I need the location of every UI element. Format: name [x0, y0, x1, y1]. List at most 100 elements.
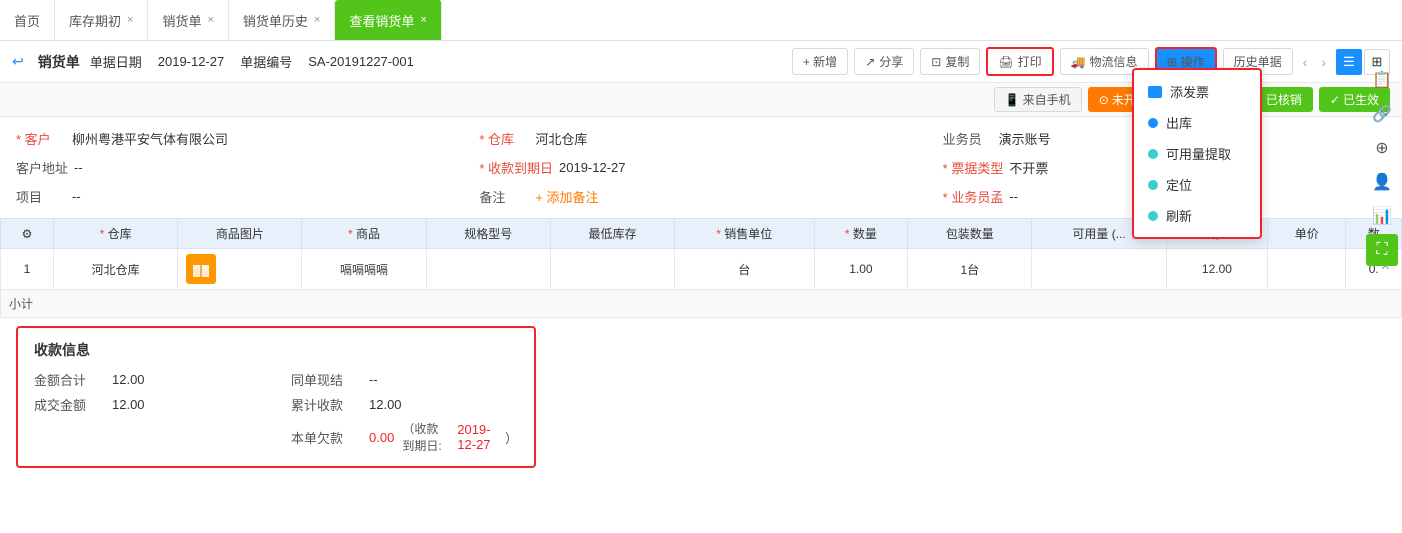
dropdown-outbound[interactable]: 出库: [1134, 107, 1260, 138]
nav-prev-arrow[interactable]: ‹: [1299, 54, 1312, 70]
tab-history-label: 销货单历史: [243, 11, 308, 30]
row-price: [1268, 249, 1346, 290]
refresh-icon: [1148, 211, 1158, 221]
col-spec: 规格型号: [426, 219, 550, 249]
right-icon-chart[interactable]: 📊: [1366, 200, 1398, 232]
tab-sales-label: 销货单: [162, 11, 201, 30]
row-spec: [426, 249, 550, 290]
tab-view-sales[interactable]: 查看销货单 ×: [335, 0, 441, 40]
col-quantity: * 数量: [814, 219, 908, 249]
address-row: 客户地址 --: [16, 158, 459, 177]
nav-next-arrow[interactable]: ›: [1317, 54, 1330, 70]
outbound-icon: [1148, 118, 1158, 128]
due-close: ）: [505, 428, 518, 447]
due-date-label: 收款到期日: [479, 158, 553, 177]
payment-box: 收款信息 金额合计 12.00 同单现结 -- 成交金额 12.00 累计收款 …: [16, 326, 536, 468]
cumulative-row: 累计收款 12.00: [291, 395, 518, 414]
subtotal-row: 小计: [1, 290, 1402, 318]
row-warehouse: 河北仓库: [54, 249, 178, 290]
deal-amount-label: 成交金额: [34, 395, 104, 414]
tab-sales-close[interactable]: ×: [207, 14, 213, 26]
print-icon: 🖨: [998, 55, 1013, 69]
project-row: 项目 --: [16, 187, 459, 206]
list-view-btn[interactable]: ☰: [1336, 49, 1362, 75]
amount-total-label: 金额合计: [34, 370, 104, 389]
row-min-stock: [550, 249, 674, 290]
staff2-label: 业务员孟: [943, 187, 1004, 206]
ticket-type-label: 票据类型: [943, 158, 1004, 177]
tab-home[interactable]: 首页: [0, 0, 55, 40]
col-unit: * 销售单位: [675, 219, 815, 249]
share-button[interactable]: ↗ 分享: [854, 48, 914, 75]
note-row: 备注 + 添加备注: [479, 187, 922, 206]
right-icon-plus[interactable]: ⊕: [1366, 132, 1398, 164]
amount-total-row: 金额合计 12.00: [34, 370, 261, 389]
right-panel: 📋 🔗 ⊕ 👤 📊 ⛶: [1362, 60, 1402, 270]
tab-history-close[interactable]: ×: [314, 14, 320, 26]
tab-bar: 首页 库存期初 × 销货单 × 销货单历史 × 查看销货单 × ×: [0, 0, 1402, 41]
due-value: 0.00: [369, 430, 394, 445]
tab-inventory-close[interactable]: ×: [127, 14, 133, 26]
ticket-icon: ⊙: [1099, 93, 1109, 107]
tab-sales-order[interactable]: 销货单 ×: [148, 0, 228, 40]
row-seq: 1: [1, 249, 54, 290]
staff-label: 业务员: [943, 129, 993, 148]
subtotal-label: 小计: [1, 290, 1402, 318]
dropdown-available[interactable]: 可用量提取: [1134, 138, 1260, 169]
print-button[interactable]: 🖨 打印: [986, 47, 1053, 76]
phone-icon: 📱: [1005, 93, 1020, 107]
warehouse-label: 仓库: [479, 129, 529, 148]
refresh-label: 刷新: [1166, 206, 1192, 225]
grid-icon: ⊞: [1167, 55, 1177, 69]
available-icon: [1148, 149, 1158, 159]
locate-icon: [1148, 180, 1158, 190]
deal-amount-row: 成交金额 12.00: [34, 395, 261, 414]
right-icon-expand[interactable]: ⛶: [1366, 234, 1398, 266]
ticket-type-value: 不开票: [1009, 158, 1048, 177]
same-order-row: 同单现结 --: [291, 370, 518, 389]
date-label: 单据日期: [90, 52, 142, 71]
from-phone-button[interactable]: 📱 来自手机: [994, 87, 1082, 112]
right-icon-link[interactable]: 🔗: [1366, 98, 1398, 130]
locate-label: 定位: [1166, 175, 1192, 194]
staff2-value: --: [1009, 189, 1018, 204]
tab-view-close[interactable]: ×: [420, 14, 426, 26]
dropdown-refresh[interactable]: 刷新: [1134, 200, 1260, 231]
customer-value: 柳州粤港平安气体有限公司: [72, 129, 228, 148]
col-pkg-qty: 包装数量: [908, 219, 1032, 249]
project-value: --: [72, 189, 81, 204]
doc-title-area: ↩ 销货单 单据日期 2019-12-27 单据编号 SA-20191227-0…: [12, 52, 784, 72]
right-icon-user[interactable]: 👤: [1366, 166, 1398, 198]
warehouse-value: 河北仓库: [535, 129, 587, 148]
row-unit: 台: [675, 249, 815, 290]
col-image: 商品图片: [178, 219, 302, 249]
col-warehouse: * 仓库: [54, 219, 178, 249]
right-icon-clipboard[interactable]: 📋: [1366, 64, 1398, 96]
outbound-label: 出库: [1166, 113, 1192, 132]
tab-inventory-label: 库存期初: [69, 11, 121, 30]
add-note-button[interactable]: + 添加备注: [535, 187, 598, 206]
row-available: [1032, 249, 1166, 290]
toolbar-actions: + 新增 ↗ 分享 ⊡ 复制 🖨 打印 🚚 物流信息 ⊞ 操作 历: [792, 47, 1390, 76]
col-min-stock: 最低库存: [550, 219, 674, 249]
new-button[interactable]: + 新增: [792, 48, 848, 75]
payment-title: 收款信息: [34, 340, 518, 360]
share-icon: ↗: [865, 55, 875, 69]
tab-sales-history[interactable]: 销货单历史 ×: [229, 0, 335, 40]
cumulative-label: 累计收款: [291, 395, 361, 414]
date-value: 2019-12-27: [158, 54, 225, 69]
dropdown-locate[interactable]: 定位: [1134, 169, 1260, 200]
row-current: 12.00: [1166, 249, 1267, 290]
row-pkg-qty: 1台: [908, 249, 1032, 290]
cumulative-value: 12.00: [369, 397, 402, 412]
payment-grid: 金额合计 12.00 同单现结 -- 成交金额 12.00 累计收款 12.00…: [34, 370, 518, 454]
copy-button[interactable]: ⊡ 复制: [920, 48, 980, 75]
add-ticket-label: 添发票: [1170, 82, 1209, 101]
dropdown-add-ticket[interactable]: 添发票: [1134, 76, 1260, 107]
tab-inventory-open[interactable]: 库存期初 ×: [55, 0, 148, 40]
due-label: 本单欠款: [291, 428, 361, 447]
same-order-label: 同单现结: [291, 370, 361, 389]
number-value: SA-20191227-001: [308, 54, 414, 69]
add-ticket-icon: [1148, 86, 1162, 98]
customer-label: 客户: [16, 129, 66, 148]
